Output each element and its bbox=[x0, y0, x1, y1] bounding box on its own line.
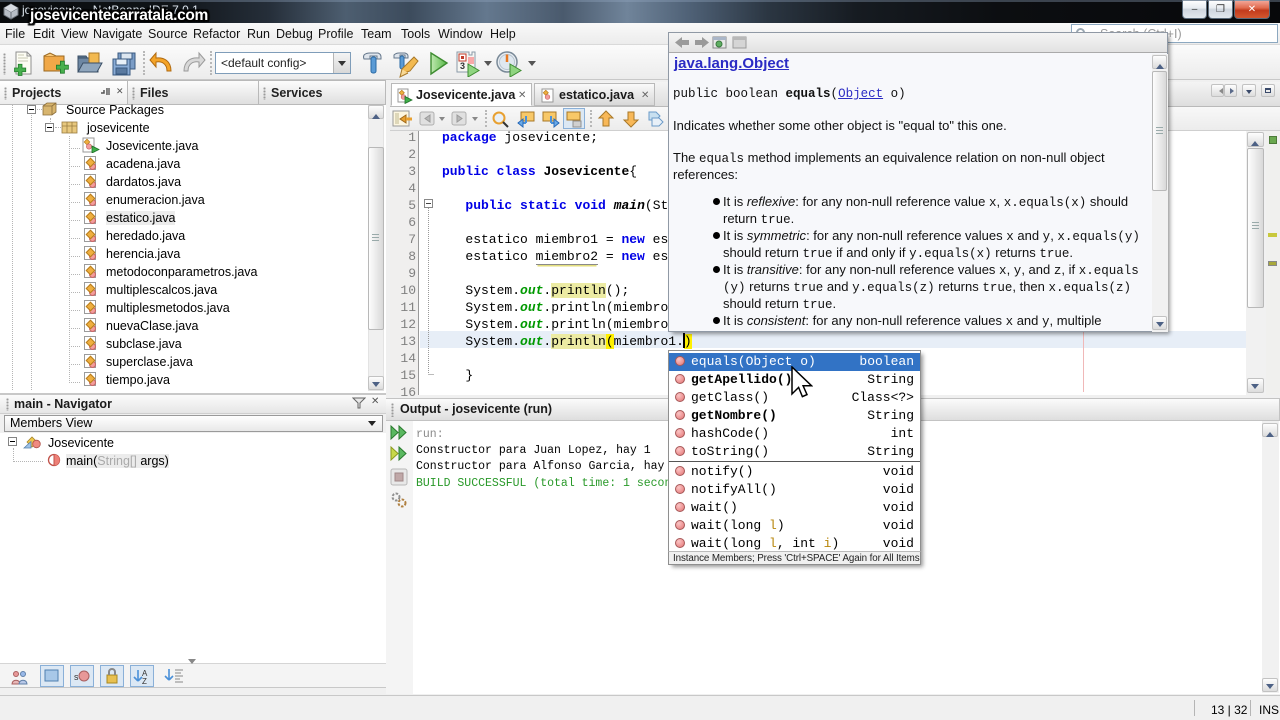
svg-text:Z: Z bbox=[142, 677, 147, 685]
svg-text:s: s bbox=[74, 672, 79, 682]
svg-text:3: 3 bbox=[460, 61, 465, 71]
